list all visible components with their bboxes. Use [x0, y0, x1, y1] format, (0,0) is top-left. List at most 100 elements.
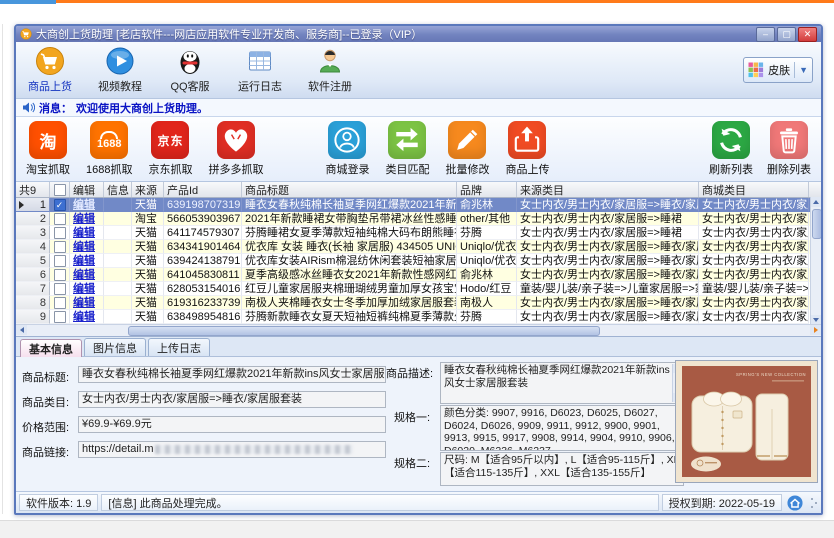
- edit-link[interactable]: 编辑: [73, 311, 95, 323]
- toolbar-item-register-user[interactable]: 软件注册: [304, 46, 356, 94]
- row-edit-cell: 编辑: [70, 296, 104, 310]
- toolbar-item-play[interactable]: 视频教程: [94, 46, 146, 94]
- product-category-field[interactable]: 女士内衣/男士内衣/家居服=>睡衣/家居服套装: [78, 391, 386, 408]
- minimize-button[interactable]: –: [756, 27, 775, 42]
- price-range-field[interactable]: ¥69.9-¥69.9元: [78, 416, 386, 433]
- action-item-label: 刷新列表: [709, 161, 753, 177]
- skin-button[interactable]: 皮肤 ▼: [743, 57, 813, 83]
- spec1-label: 规格一:: [394, 409, 430, 425]
- row-source-cell: 天猫: [132, 198, 164, 212]
- row-source-category-cell: 女士内衣/男士内衣/家居服=>睡衣/家居服套装: [517, 254, 699, 268]
- table-row[interactable]: 1✓编辑天猫639198707319睡衣女春秋纯棉长袖夏季网红爆款2021年新款…: [16, 198, 821, 212]
- row-checkbox[interactable]: [54, 269, 66, 281]
- tab-上传日志[interactable]: 上传日志: [148, 338, 210, 356]
- select-all-checkbox[interactable]: [54, 184, 66, 196]
- edit-link[interactable]: 编辑: [73, 213, 95, 225]
- app-icon: [20, 28, 32, 40]
- action-taobao[interactable]: 淘淘宝抓取: [26, 121, 70, 177]
- edit-link[interactable]: 编辑: [73, 297, 95, 309]
- row-checkbox[interactable]: [54, 227, 66, 239]
- close-button[interactable]: ✕: [798, 27, 817, 42]
- scroll-right-icon[interactable]: [810, 325, 821, 335]
- row-product-id-cell: 566053903967: [164, 212, 242, 226]
- row-checkbox[interactable]: [54, 255, 66, 267]
- toolbar-item-cart[interactable]: 商品上货: [24, 46, 76, 94]
- spec1-field[interactable]: 颜色分类: 9907, 9916, D6023, D6025, D6027, D…: [440, 405, 684, 451]
- grid-vertical-scrollbar[interactable]: [810, 197, 821, 325]
- action-upload[interactable]: 商品上传: [505, 121, 549, 177]
- product-title-field[interactable]: 睡衣女春秋纯棉长袖夏季网红爆款2021年新款ins风女士家居服套装: [78, 366, 386, 383]
- scroll-left-icon[interactable]: [16, 325, 27, 335]
- toolbar-item-label: 运行日志: [238, 78, 282, 94]
- row-info-cell: [104, 282, 132, 296]
- row-mall-category-cell: 童装/婴儿装/亲子装=>儿童家居服=>家居服套装: [699, 282, 809, 296]
- action-login-person[interactable]: 商城登录: [325, 121, 369, 177]
- row-checkbox[interactable]: ✓: [54, 199, 66, 211]
- row-checkbox[interactable]: [54, 213, 66, 225]
- product-title-label: 商品标题:: [22, 369, 69, 385]
- maximize-button[interactable]: ▢: [777, 27, 796, 42]
- edit-link[interactable]: 编辑: [73, 283, 95, 295]
- action-pdd-heart[interactable]: 拼多多抓取: [208, 121, 263, 177]
- price-range-label: 价格范围:: [22, 419, 69, 435]
- toolbar-item-log-table[interactable]: 运行日志: [234, 46, 286, 94]
- toolbar-item-qq[interactable]: QQ客服: [164, 46, 216, 94]
- table-row[interactable]: 7编辑天猫628053154016红豆儿童家居服夹棉珊瑚绒男童加厚女孩宝宝中大童…: [16, 282, 821, 296]
- vertical-scroll-thumb[interactable]: [812, 209, 822, 239]
- row-mall-category-cell: 女士内衣/男士内衣/家居服=>睡衣/家居服套装: [699, 310, 809, 324]
- table-row[interactable]: 9编辑天猫638498954816芬腾新款睡衣女夏天短袖短裤纯棉夏季薄款少女宽松…: [16, 310, 821, 324]
- edit-link[interactable]: 编辑: [73, 199, 95, 211]
- action-item-label: 京东抓取: [148, 161, 192, 177]
- action-match-arrows[interactable]: 类目匹配: [385, 121, 429, 177]
- action-jd[interactable]: 京东京东抓取: [148, 121, 192, 177]
- tab-图片信息[interactable]: 图片信息: [84, 338, 146, 356]
- edit-link[interactable]: 编辑: [73, 227, 95, 239]
- spec2-field[interactable]: 尺码: M【适合95斤以内】, L【适合95-115斤】, XL【适合115-1…: [440, 452, 684, 486]
- tab-基本信息[interactable]: 基本信息: [20, 339, 82, 357]
- edit-link[interactable]: 编辑: [73, 269, 95, 281]
- action-edit-pencil[interactable]: 批量修改: [445, 121, 489, 177]
- table-row[interactable]: 2编辑淘宝5660539039672021年新款睡裙女带胸垫吊带裙冰丝性感睡袍睡…: [16, 212, 821, 226]
- resize-grip[interactable]: [810, 497, 818, 509]
- row-checkbox[interactable]: [54, 297, 66, 309]
- row-brand-cell: 俞兆林: [457, 198, 517, 212]
- home-button[interactable]: [785, 494, 805, 511]
- table-row[interactable]: 3编辑天猫641174579307芬腾睡裙女夏季薄款短袖纯棉大码布朗熊睡衣女中长…: [16, 226, 821, 240]
- grid-horizontal-scrollbar[interactable]: [16, 324, 821, 336]
- chevron-down-icon[interactable]: ▼: [794, 62, 808, 78]
- table-row[interactable]: 5编辑天猫639424138791优衣库女装AIRism棉混纺休闲套装短袖家居 …: [16, 254, 821, 268]
- row-brand-cell: other/其他: [457, 212, 517, 226]
- edit-link[interactable]: 编辑: [73, 241, 95, 253]
- grid-column-header: 信息: [104, 182, 132, 197]
- horizontal-scroll-thumb[interactable]: [128, 326, 600, 336]
- row-checkbox-cell: [50, 254, 70, 268]
- product-link-field[interactable]: https://detail.m: [78, 441, 386, 458]
- row-checkbox[interactable]: [54, 283, 66, 295]
- alibaba-1688-icon: 1688: [90, 121, 128, 159]
- detail-panel: 商品标题: 睡衣女春秋纯棉长袖夏季网红爆款2021年新款ins风女士家居服套装 …: [16, 357, 821, 491]
- action-alibaba-1688[interactable]: 16881688抓取: [86, 121, 132, 177]
- action-item-label: 删除列表: [767, 161, 811, 177]
- row-checkbox[interactable]: [54, 311, 66, 323]
- row-checkbox-cell: [50, 310, 70, 324]
- action-refresh[interactable]: 刷新列表: [709, 121, 753, 177]
- edit-link[interactable]: 编辑: [73, 255, 95, 267]
- row-edit-cell: 编辑: [70, 240, 104, 254]
- row-checkbox[interactable]: [54, 241, 66, 253]
- table-row[interactable]: 8编辑天猫619316233739南极人夹棉睡衣女士冬季加厚加绒家居服套装珊瑚绒…: [16, 296, 821, 310]
- table-row[interactable]: 4编辑天猫634341901464优衣库 女装 睡衣(长袖 家居服) 43450…: [16, 240, 821, 254]
- trash-icon: [770, 121, 808, 159]
- row-title-cell: 南极人夹棉睡衣女士冬季加厚加绒家居服套装珊瑚绒保暖秋冬天可爱: [242, 296, 457, 310]
- table-row[interactable]: 6编辑天猫641045830811夏季高级感冰丝睡衣女2021年新款性感网红爆款…: [16, 268, 821, 282]
- refresh-icon: [712, 121, 750, 159]
- pdd-heart-icon: [217, 121, 255, 159]
- row-title-cell: 睡衣女春秋纯棉长袖夏季网红爆款2021年新款ins风女士家居服套装: [242, 198, 457, 212]
- row-number-cell: 1: [16, 198, 50, 212]
- description-field[interactable]: 睡衣女春秋纯棉长袖夏季网红爆款2021年新款ins风女士家居服套装: [440, 362, 684, 404]
- row-info-cell: [104, 296, 132, 310]
- product-link-visible-text: https://detail.m: [82, 443, 154, 455]
- action-trash[interactable]: 删除列表: [767, 121, 811, 177]
- scroll-up-icon[interactable]: [811, 197, 821, 207]
- row-checkbox-cell: [50, 226, 70, 240]
- jd-icon: 京东: [151, 121, 189, 159]
